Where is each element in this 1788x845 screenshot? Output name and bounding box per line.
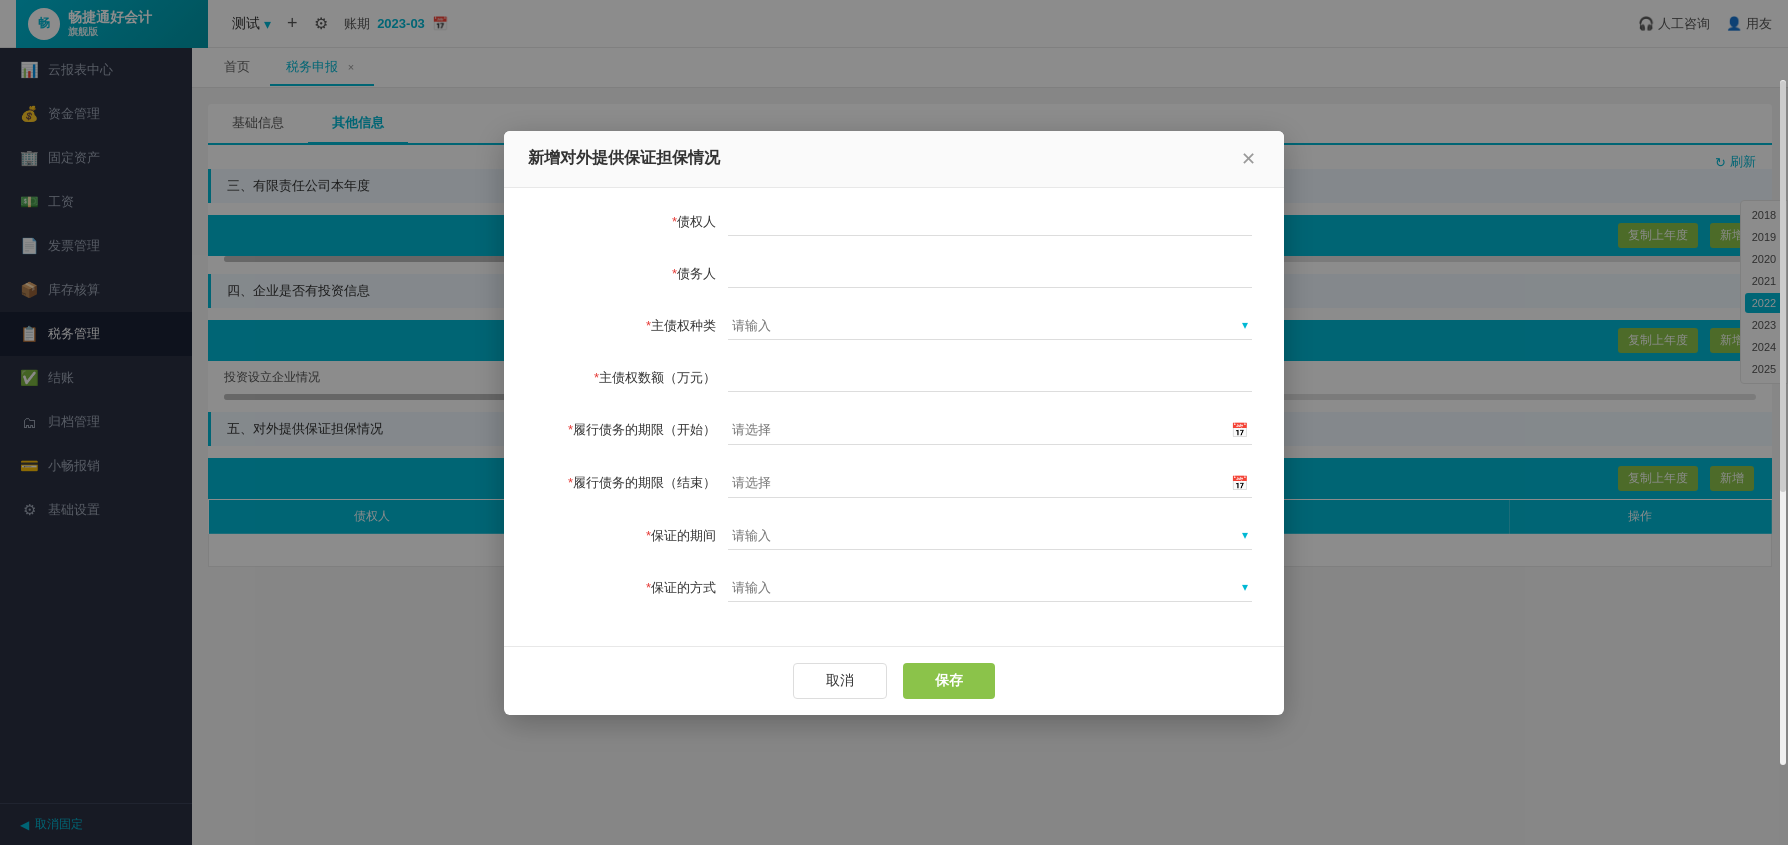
input-period-end[interactable] <box>732 475 1231 490</box>
form-row-creditor-type: *主债权种类 ▾ <box>536 312 1252 340</box>
modal-overlay: 新增对外提供保证担保情况 ✕ *债权人 *债务人 <box>0 0 1788 845</box>
input-guarantee-method[interactable] <box>732 580 1242 595</box>
label-guarantee-period: *保证的期间 <box>536 527 716 545</box>
label-creditor-type: *主债权种类 <box>536 317 716 335</box>
date-period-start[interactable]: 📅 <box>728 416 1252 445</box>
input-period-start[interactable] <box>732 422 1231 437</box>
label-creditor: *债权人 <box>536 213 716 231</box>
label-period-end: *履行债务的期限（结束） <box>536 474 716 492</box>
calendar-end-icon: 📅 <box>1231 475 1248 491</box>
chevron-down-guarantee-icon: ▾ <box>1242 528 1248 542</box>
label-debtor: *债务人 <box>536 265 716 283</box>
form-row-creditor: *债权人 <box>536 208 1252 236</box>
label-guarantee-method: *保证的方式 <box>536 579 716 597</box>
input-creditor-amount[interactable] <box>728 364 1252 392</box>
select-guarantee-period[interactable]: ▾ <box>728 522 1252 550</box>
modal-dialog: 新增对外提供保证担保情况 ✕ *债权人 *债务人 <box>504 131 1284 715</box>
form-row-guarantee-method: *保证的方式 ▾ <box>536 574 1252 602</box>
modal-title: 新增对外提供保证担保情况 <box>528 148 720 169</box>
date-period-end[interactable]: 📅 <box>728 469 1252 498</box>
chevron-down-icon: ▾ <box>1242 318 1248 332</box>
modal-footer: 取消 保存 <box>504 646 1284 715</box>
save-button[interactable]: 保存 <box>903 663 995 699</box>
form-row-guarantee-period: *保证的期间 ▾ <box>536 522 1252 550</box>
label-period-start: *履行债务的期限（开始） <box>536 421 716 439</box>
input-creditor-type[interactable] <box>732 318 1242 333</box>
modal-close-button[interactable]: ✕ <box>1236 147 1260 171</box>
label-creditor-amount: *主债权数额（万元） <box>536 369 716 387</box>
select-guarantee-method[interactable]: ▾ <box>728 574 1252 602</box>
form-row-debtor: *债务人 <box>536 260 1252 288</box>
input-creditor[interactable] <box>728 208 1252 236</box>
chevron-down-method-icon: ▾ <box>1242 580 1248 594</box>
modal-body: *债权人 *债务人 *主债权种类 ▾ <box>504 188 1284 646</box>
calendar-start-icon: 📅 <box>1231 422 1248 438</box>
form-row-period-start: *履行债务的期限（开始） 📅 <box>536 416 1252 445</box>
form-row-period-end: *履行债务的期限（结束） 📅 <box>536 469 1252 498</box>
form-row-creditor-amount: *主债权数额（万元） <box>536 364 1252 392</box>
input-guarantee-period[interactable] <box>732 528 1242 543</box>
modal-header: 新增对外提供保证担保情况 ✕ <box>504 131 1284 188</box>
select-creditor-type[interactable]: ▾ <box>728 312 1252 340</box>
cancel-button[interactable]: 取消 <box>793 663 887 699</box>
input-debtor[interactable] <box>728 260 1252 288</box>
